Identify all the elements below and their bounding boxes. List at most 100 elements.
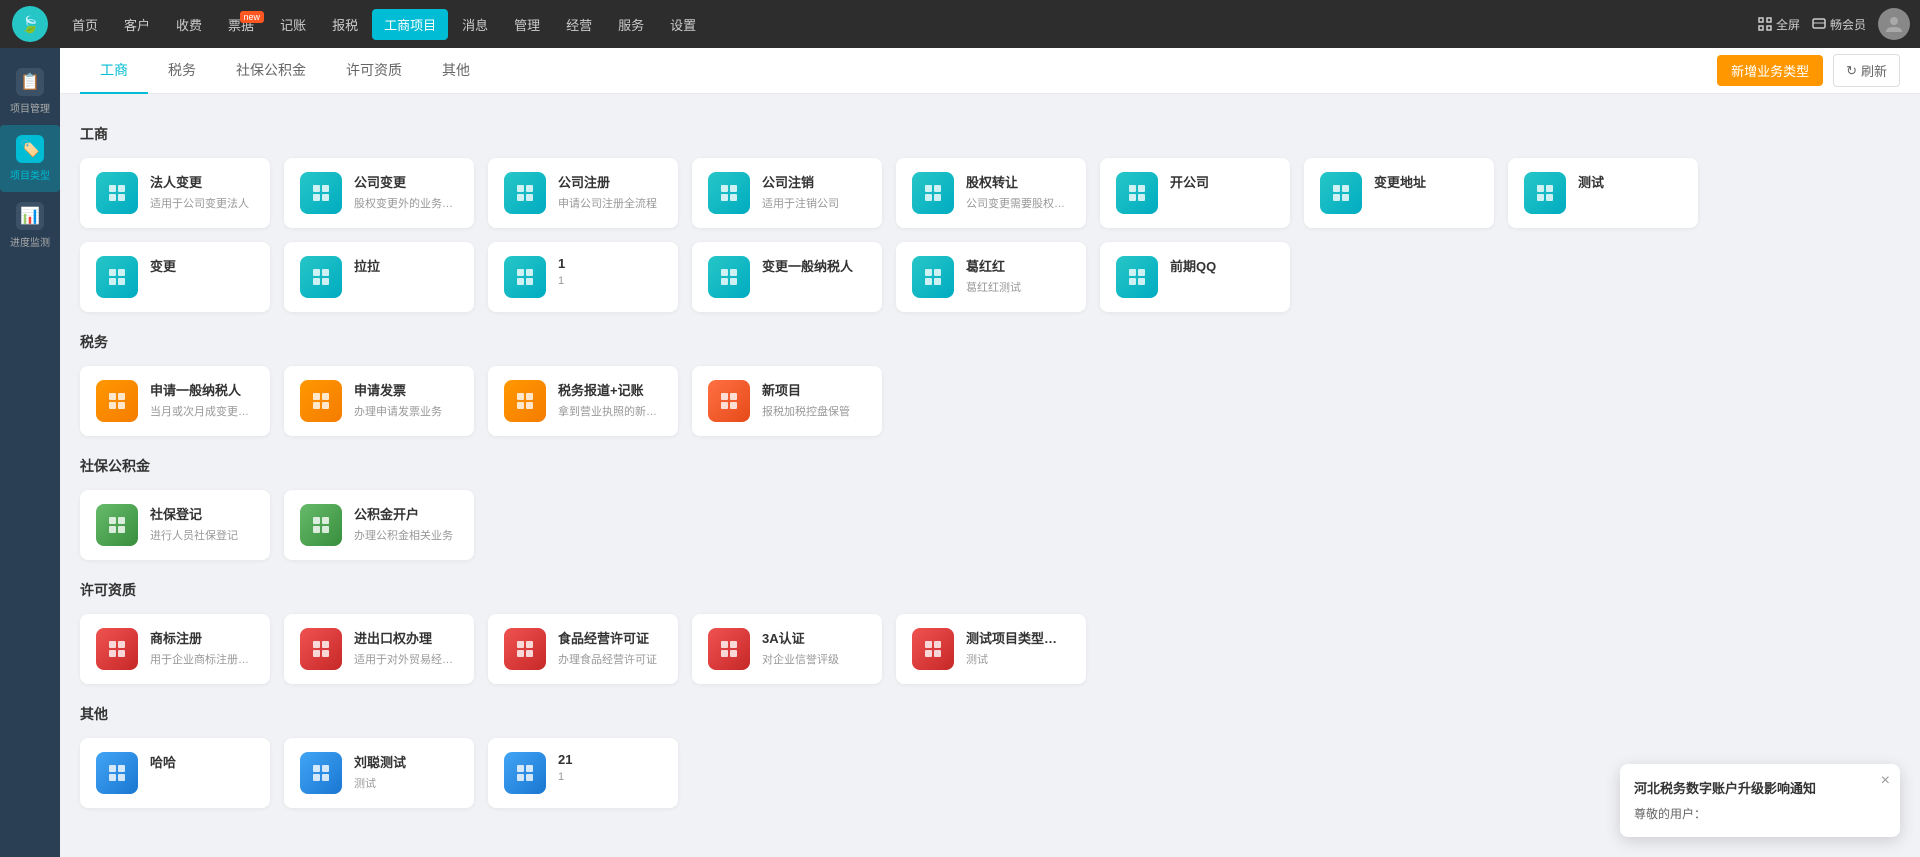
card-icon — [504, 172, 546, 214]
card-icon — [96, 172, 138, 214]
notification-popup: × 河北税务数字账户升级影响通知 尊敬的用户： — [1620, 764, 1900, 837]
nav-item-设置[interactable]: 设置 — [658, 9, 708, 40]
card-title: 公司注销 — [762, 172, 866, 191]
card-刘聪测试[interactable]: 刘聪测试测试 — [284, 738, 474, 808]
nav-item-服务[interactable]: 服务 — [606, 9, 656, 40]
card-食品经营许可证[interactable]: 食品经营许可证办理食品经营许可证 — [488, 614, 678, 684]
card-text: 11 — [558, 256, 662, 287]
card-text: 开公司 — [1170, 172, 1274, 195]
avatar[interactable] — [1878, 8, 1910, 40]
card-desc: 办理申请发票业务 — [354, 403, 458, 419]
tab-list: 工商税务社保公积金许可资质其他 — [80, 48, 490, 93]
card-icon — [504, 380, 546, 422]
card-title: 食品经营许可证 — [558, 628, 662, 647]
nav-item-报税[interactable]: 报税 — [320, 9, 370, 40]
card-哈哈[interactable]: 哈哈 — [80, 738, 270, 808]
card-社保登记[interactable]: 社保登记进行人员社保登记 — [80, 490, 270, 560]
card-text: 公积金开户办理公积金相关业务 — [354, 504, 458, 543]
card-公司变更[interactable]: 公司变更股权变更外的业务变更 — [284, 158, 474, 228]
card-desc: 办理公积金相关业务 — [354, 527, 458, 543]
nav-item-客户[interactable]: 客户 — [112, 9, 162, 40]
tab-许可资质[interactable]: 许可资质 — [326, 48, 422, 94]
logo: 🍃 — [10, 4, 50, 44]
card-desc: 拿到营业执照的新公司 — [558, 403, 662, 419]
card-公司注销[interactable]: 公司注销适用于注销公司 — [692, 158, 882, 228]
card-text: 刘聪测试测试 — [354, 752, 458, 791]
section-title-其他: 其他 — [80, 704, 1900, 724]
card-title: 申请一般纳税人 — [150, 380, 254, 399]
card-21[interactable]: 211 — [488, 738, 678, 808]
card-新项目[interactable]: 新项目报税加税控盘保管 — [692, 366, 882, 436]
card-text: 变更 — [150, 256, 254, 279]
member-button[interactable]: 畅会员 — [1812, 16, 1866, 33]
nav-item-首页[interactable]: 首页 — [60, 9, 110, 40]
sidebar-item-项目类型[interactable]: 🏷️项目类型 — [0, 125, 60, 192]
card-前期QQ[interactable]: 前期QQ — [1100, 242, 1290, 312]
card-测试[interactable]: 测试 — [1508, 158, 1698, 228]
card-icon — [912, 256, 954, 298]
card-葛红红[interactable]: 葛红红葛红红测试 — [896, 242, 1086, 312]
card-icon — [96, 628, 138, 670]
nav-item-工商项目[interactable]: 工商项目 — [372, 9, 448, 40]
card-变更地址[interactable]: 变更地址 — [1304, 158, 1494, 228]
refresh-button[interactable]: ↻ 刷新 — [1833, 54, 1900, 87]
tab-其他[interactable]: 其他 — [422, 48, 490, 94]
sidebar-item-项目管理[interactable]: 📋项目管理 — [0, 58, 60, 125]
nav-item-记账[interactable]: 记账 — [268, 9, 318, 40]
card-1[interactable]: 11 — [488, 242, 678, 312]
card-测试项目类型目定义[interactable]: 测试项目类型目定义测试 — [896, 614, 1086, 684]
nav-item-管理[interactable]: 管理 — [502, 9, 552, 40]
nav-item-消息[interactable]: 消息 — [450, 9, 500, 40]
fullscreen-button[interactable]: 全屏 — [1758, 16, 1800, 33]
notification-close[interactable]: × — [1881, 772, 1890, 790]
sidebar-label: 项目类型 — [10, 167, 50, 182]
card-公积金开户[interactable]: 公积金开户办理公积金相关业务 — [284, 490, 474, 560]
card-text: 社保登记进行人员社保登记 — [150, 504, 254, 543]
card-公司注册[interactable]: 公司注册申请公司注册全流程 — [488, 158, 678, 228]
card-title: 公司注册 — [558, 172, 662, 191]
nav-item-经营[interactable]: 经营 — [554, 9, 604, 40]
content-area: 工商 法人变更适用于公司变更法人 公司变更股权变更外的业务变更 公司注册申请公司… — [60, 94, 1920, 848]
card-title: 1 — [558, 256, 662, 271]
card-desc: 葛红红测试 — [966, 279, 1070, 295]
card-desc: 申请公司注册全流程 — [558, 195, 662, 211]
card-开公司[interactable]: 开公司 — [1100, 158, 1290, 228]
card-icon — [1116, 172, 1158, 214]
tab-社保公积金[interactable]: 社保公积金 — [216, 48, 326, 94]
card-icon — [912, 172, 954, 214]
card-title: 拉拉 — [354, 256, 458, 275]
card-股权转让[interactable]: 股权转让公司变更需要股权转让 — [896, 158, 1086, 228]
card-申请发票[interactable]: 申请发票办理申请发票业务 — [284, 366, 474, 436]
card-title: 开公司 — [1170, 172, 1274, 191]
card-text: 变更一般纳税人 — [762, 256, 866, 279]
card-text: 哈哈 — [150, 752, 254, 775]
card-icon — [708, 256, 750, 298]
tab-税务[interactable]: 税务 — [148, 48, 216, 94]
nav-item-票据[interactable]: 票据new — [216, 9, 266, 40]
card-3A认证[interactable]: 3A认证对企业信誉评级 — [692, 614, 882, 684]
card-变更一般纳税人[interactable]: 变更一般纳税人 — [692, 242, 882, 312]
card-title: 哈哈 — [150, 752, 254, 771]
card-icon — [1320, 172, 1362, 214]
card-法人变更[interactable]: 法人变更适用于公司变更法人 — [80, 158, 270, 228]
card-title: 测试项目类型目定义 — [966, 628, 1070, 647]
nav-item-收费[interactable]: 收费 — [164, 9, 214, 40]
card-申请一般纳税人[interactable]: 申请一般纳税人当月或次月成变更完成 — [80, 366, 270, 436]
card-title: 刘聪测试 — [354, 752, 458, 771]
tab-工商[interactable]: 工商 — [80, 48, 148, 94]
card-icon — [96, 256, 138, 298]
card-title: 变更一般纳税人 — [762, 256, 866, 275]
card-进出口权办理[interactable]: 进出口权办理适用于对外贸易经营者 — [284, 614, 474, 684]
card-text: 申请一般纳税人当月或次月成变更完成 — [150, 380, 254, 419]
new-type-button[interactable]: 新增业务类型 — [1717, 55, 1823, 86]
card-icon — [300, 628, 342, 670]
card-title: 变更地址 — [1374, 172, 1478, 191]
card-text: 公司变更股权变更外的业务变更 — [354, 172, 458, 211]
member-label: 畅会员 — [1830, 16, 1866, 33]
sidebar-item-进度监测[interactable]: 📊进度监测 — [0, 192, 60, 259]
card-税务报道+记账[interactable]: 税务报道+记账拿到营业执照的新公司 — [488, 366, 678, 436]
card-拉拉[interactable]: 拉拉 — [284, 242, 474, 312]
card-商标注册[interactable]: 商标注册用于企业商标注册服务 — [80, 614, 270, 684]
card-变更[interactable]: 变更 — [80, 242, 270, 312]
card-title: 商标注册 — [150, 628, 254, 647]
